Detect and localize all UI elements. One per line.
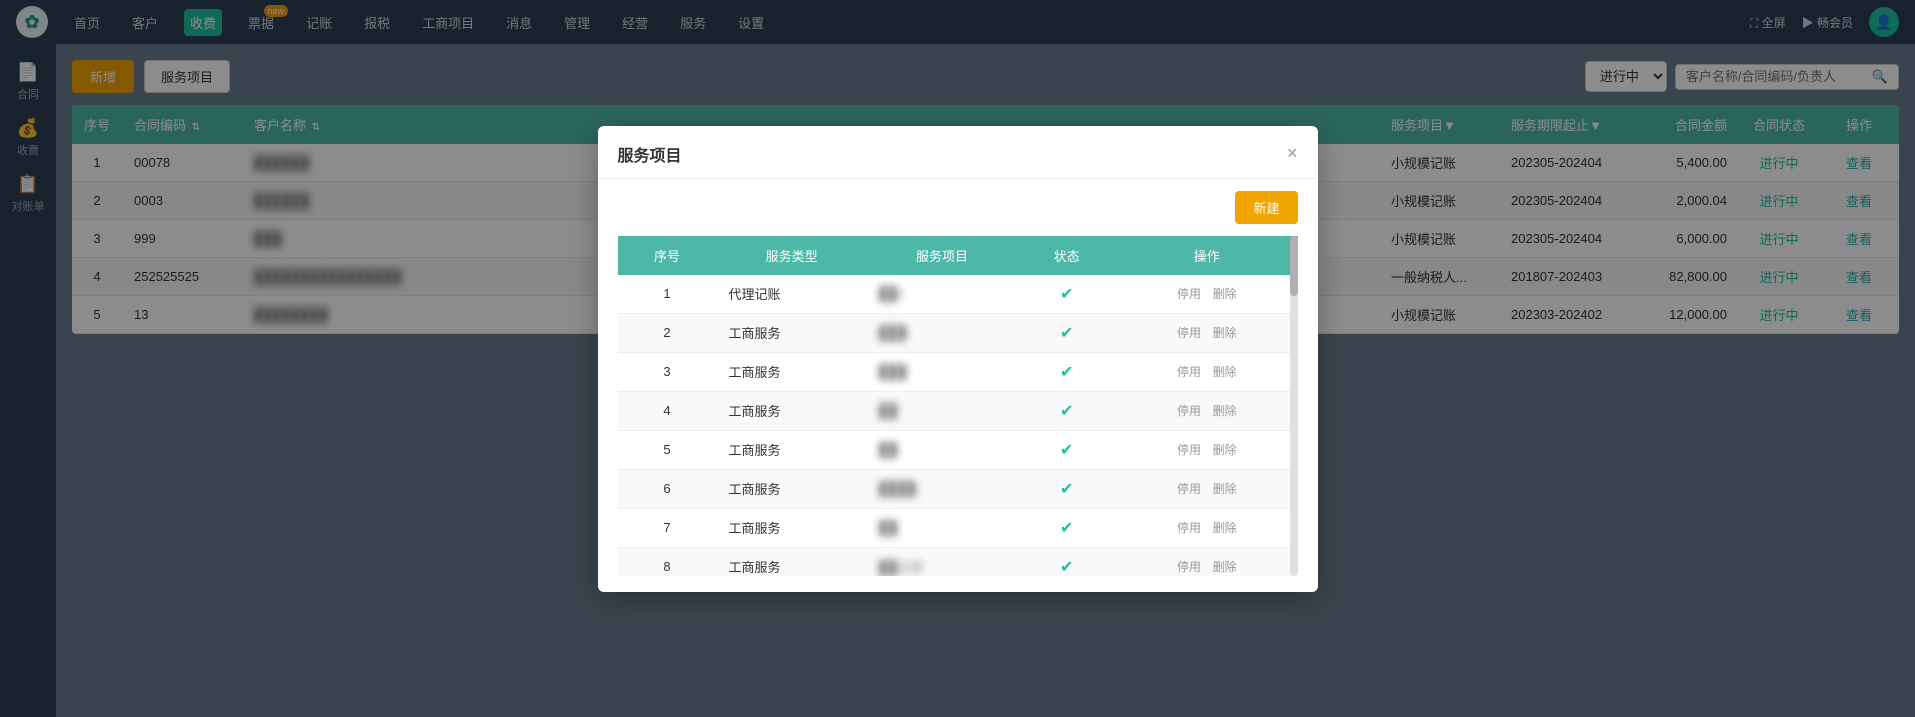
modal-cell-type: 工商服务 [716,430,866,469]
modal-title: 服务项目 [618,142,682,166]
modal-cell-item: ███ [867,313,1017,352]
modal-cell-type: 工商服务 [716,469,866,508]
disable-button[interactable]: 停用 [1177,326,1201,340]
modal-cell-action[interactable]: 停用 删除 [1116,547,1297,576]
modal-table-row: 5 工商服务 ██ ✔ 停用 删除 [618,430,1298,469]
delete-button[interactable]: 删除 [1213,482,1237,496]
modal-table-row: 6 工商服务 ████ ✔ 停用 删除 [618,469,1298,508]
modal-table-row: 3 工商服务 ███ ✔ 停用 删除 [618,352,1298,391]
disable-button[interactable]: 停用 [1177,287,1201,301]
modal-cell-type: 工商服务 [716,352,866,391]
modal-cell-action[interactable]: 停用 删除 [1116,508,1297,547]
modal-cell-action[interactable]: 停用 删除 [1116,275,1297,314]
modal-cell-num: 1 [618,275,717,314]
modal-cell-item: ██1 [867,275,1017,314]
modal-overlay[interactable]: 服务项目 × 新建 序号 服务类型 服务项目 状态 操作 [0,0,1915,717]
modal-col-item: 服务项目 [867,236,1017,275]
disable-button[interactable]: 停用 [1177,521,1201,535]
modal-cell-action[interactable]: 停用 删除 [1116,313,1297,352]
modal-cell-num: 7 [618,508,717,547]
modal-table-row: 4 工商服务 ██ ✔ 停用 删除 [618,391,1298,430]
disable-button[interactable]: 停用 [1177,443,1201,457]
modal-header: 服务项目 × [598,126,1318,179]
modal-cell-item: ██注册 [867,547,1017,576]
modal-cell-action[interactable]: 停用 删除 [1116,391,1297,430]
delete-button[interactable]: 删除 [1213,326,1237,340]
modal-cell-item: ██ [867,391,1017,430]
disable-button[interactable]: 停用 [1177,560,1201,574]
modal-close-button[interactable]: × [1287,143,1298,164]
modal-table-row: 1 代理记账 ██1 ✔ 停用 删除 [618,275,1298,314]
modal-cell-status: ✔ [1017,469,1116,508]
modal-cell-item: ████ [867,469,1017,508]
delete-button[interactable]: 删除 [1213,365,1237,379]
modal-cell-status: ✔ [1017,430,1116,469]
modal-cell-type: 工商服务 [716,547,866,576]
disable-button[interactable]: 停用 [1177,404,1201,418]
service-table: 序号 服务类型 服务项目 状态 操作 1 代理记账 ██1 ✔ 停用 删除 2 … [618,236,1298,576]
modal-cell-status: ✔ [1017,275,1116,314]
modal-table-row: 2 工商服务 ███ ✔ 停用 删除 [618,313,1298,352]
modal-col-type: 服务类型 [716,236,866,275]
modal-new-button[interactable]: 新建 [1235,191,1297,224]
modal-cell-type: 代理记账 [716,275,866,314]
modal-table-row: 7 工商服务 ██ ✔ 停用 删除 [618,508,1298,547]
modal-cell-num: 3 [618,352,717,391]
scrollbar-thumb[interactable] [1290,236,1298,296]
modal-col-num: 序号 [618,236,717,275]
modal-cell-action[interactable]: 停用 删除 [1116,352,1297,391]
scrollbar[interactable] [1290,236,1298,576]
modal-cell-num: 5 [618,430,717,469]
modal-cell-num: 4 [618,391,717,430]
modal-cell-status: ✔ [1017,352,1116,391]
modal-cell-type: 工商服务 [716,391,866,430]
modal-cell-status: ✔ [1017,391,1116,430]
modal-table-row: 8 工商服务 ██注册 ✔ 停用 删除 [618,547,1298,576]
modal-cell-num: 2 [618,313,717,352]
modal-cell-action[interactable]: 停用 删除 [1116,469,1297,508]
disable-button[interactable]: 停用 [1177,365,1201,379]
modal-cell-type: 工商服务 [716,508,866,547]
delete-button[interactable]: 删除 [1213,443,1237,457]
delete-button[interactable]: 删除 [1213,287,1237,301]
modal-cell-item: ███ [867,352,1017,391]
modal-cell-item: ██ [867,508,1017,547]
modal-cell-num: 6 [618,469,717,508]
modal-table-wrap: 序号 服务类型 服务项目 状态 操作 1 代理记账 ██1 ✔ 停用 删除 2 … [618,236,1298,576]
disable-button[interactable]: 停用 [1177,482,1201,496]
modal-cell-action[interactable]: 停用 删除 [1116,430,1297,469]
delete-button[interactable]: 删除 [1213,521,1237,535]
delete-button[interactable]: 删除 [1213,560,1237,574]
modal-cell-status: ✔ [1017,508,1116,547]
delete-button[interactable]: 删除 [1213,404,1237,418]
modal-body: 序号 服务类型 服务项目 状态 操作 1 代理记账 ██1 ✔ 停用 删除 2 … [598,236,1318,592]
modal-cell-status: ✔ [1017,547,1116,576]
service-modal: 服务项目 × 新建 序号 服务类型 服务项目 状态 操作 [598,126,1318,592]
modal-cell-num: 8 [618,547,717,576]
modal-cell-status: ✔ [1017,313,1116,352]
modal-col-action: 操作 [1116,236,1297,275]
modal-cell-item: ██ [867,430,1017,469]
modal-col-status: 状态 [1017,236,1116,275]
modal-toolbar: 新建 [598,179,1318,236]
modal-cell-type: 工商服务 [716,313,866,352]
